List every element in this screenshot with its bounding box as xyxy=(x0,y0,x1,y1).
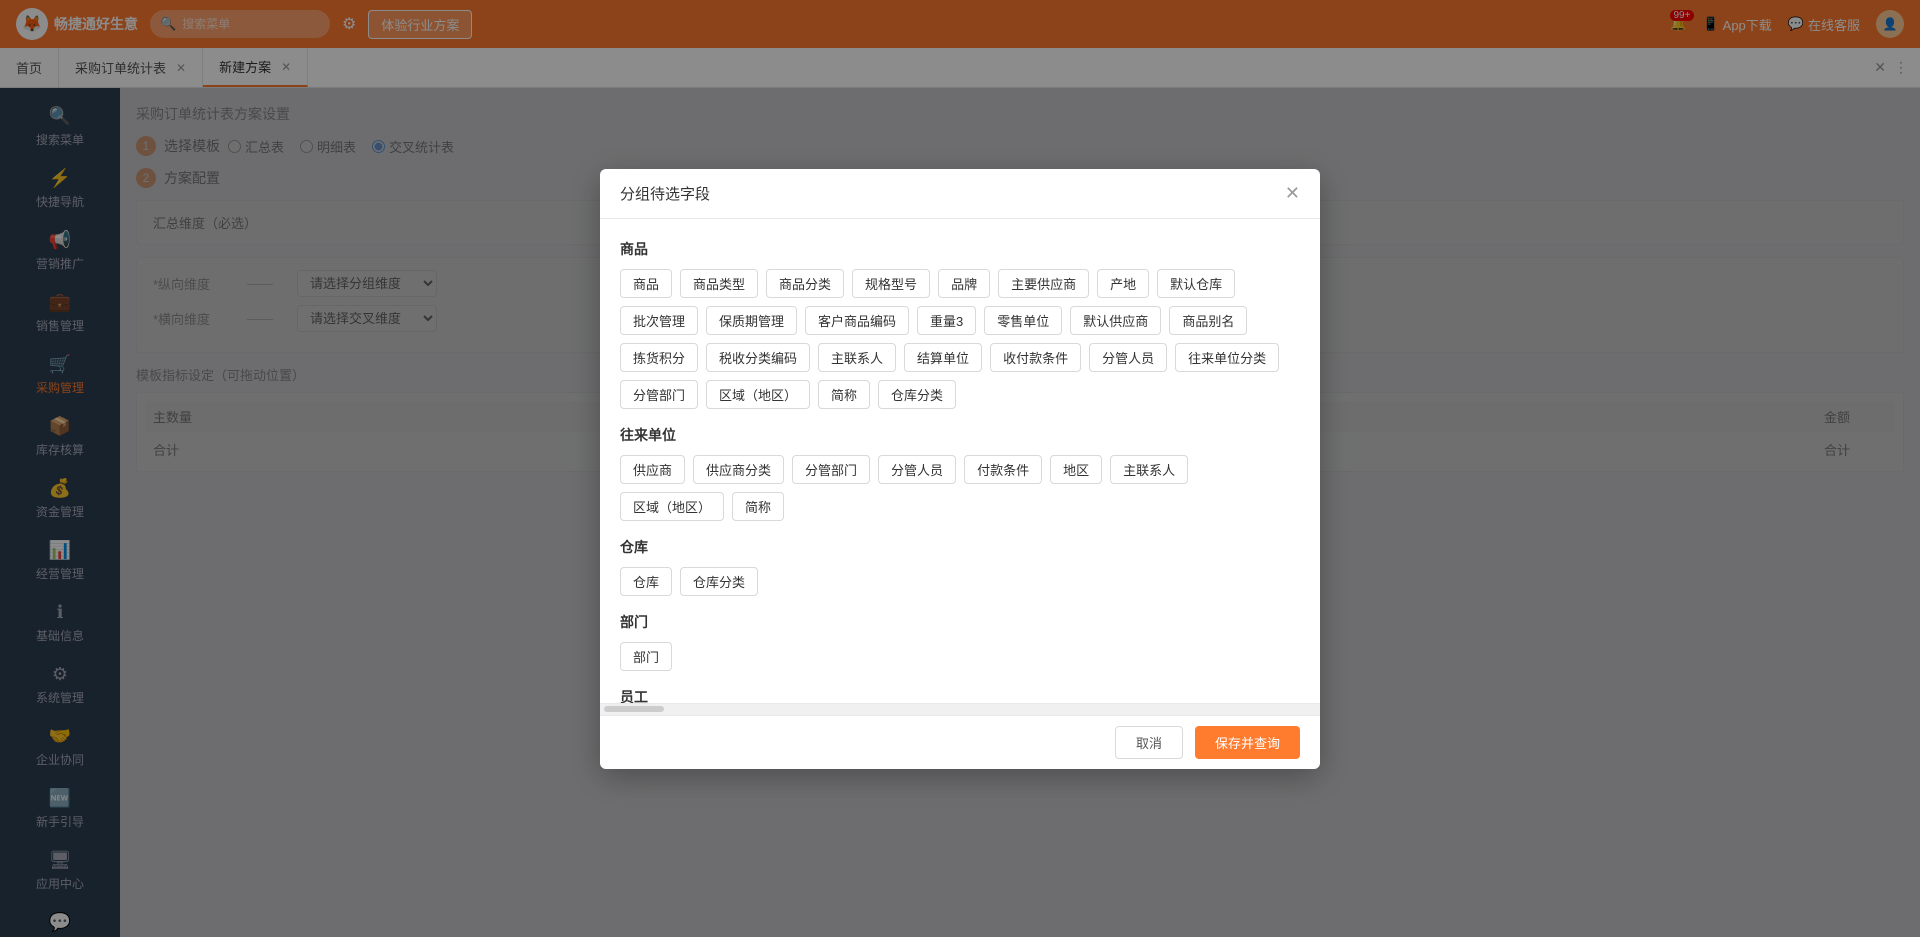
dialog-hscrollbar[interactable] xyxy=(600,703,1320,715)
section-employee-title: 员工 xyxy=(620,687,1300,703)
field-charge-dept-counter[interactable]: 分管部门 xyxy=(792,455,870,484)
field-warehouse[interactable]: 仓库 xyxy=(620,567,672,596)
field-main-supplier[interactable]: 主要供应商 xyxy=(998,269,1089,298)
field-region-product[interactable]: 区域（地区） xyxy=(706,380,810,409)
dialog-title: 分组待选字段 xyxy=(620,183,710,204)
dialog-header: 分组待选字段 ✕ xyxy=(600,169,1320,219)
section-warehouse-fields: 仓库 仓库分类 xyxy=(620,567,1300,596)
field-area-counter[interactable]: 区域（地区） xyxy=(620,492,724,521)
field-supplier-category[interactable]: 供应商分类 xyxy=(693,455,784,484)
section-counterpart-fields: 供应商 供应商分类 分管部门 分管人员 付款条件 地区 主联系人 区域（地区） … xyxy=(620,455,1300,521)
dialog-overlay: 分组待选字段 ✕ 商品 商品 商品类型 商品分类 规格型号 品牌 主要供应商 产… xyxy=(0,0,1920,937)
field-product-category[interactable]: 商品分类 xyxy=(766,269,844,298)
field-origin[interactable]: 产地 xyxy=(1097,269,1149,298)
field-warehouse-category-product[interactable]: 仓库分类 xyxy=(878,380,956,409)
field-dept[interactable]: 部门 xyxy=(620,642,672,671)
field-main-contact[interactable]: 主联系人 xyxy=(818,343,896,372)
dialog-body[interactable]: 商品 商品 商品类型 商品分类 规格型号 品牌 主要供应商 产地 默认仓库 批次… xyxy=(600,219,1320,703)
field-payment-terms-counter[interactable]: 付款条件 xyxy=(964,455,1042,484)
field-batch-mgmt[interactable]: 批次管理 xyxy=(620,306,698,335)
field-main-contact-counter[interactable]: 主联系人 xyxy=(1110,455,1188,484)
field-weight3[interactable]: 重量3 xyxy=(917,306,976,335)
field-counterpart-category[interactable]: 往来单位分类 xyxy=(1175,343,1279,372)
field-charge-dept[interactable]: 分管部门 xyxy=(620,380,698,409)
field-abbreviation-product[interactable]: 简称 xyxy=(818,380,870,409)
section-warehouse-title: 仓库 xyxy=(620,537,1300,557)
dialog-footer: 取消 保存并查询 xyxy=(600,715,1320,769)
section-dept-fields: 部门 xyxy=(620,642,1300,671)
confirm-button[interactable]: 保存并查询 xyxy=(1195,726,1300,759)
field-expiry-mgmt[interactable]: 保质期管理 xyxy=(706,306,797,335)
field-default-supplier[interactable]: 默认供应商 xyxy=(1070,306,1161,335)
field-spec-model[interactable]: 规格型号 xyxy=(852,269,930,298)
hscroll-thumb[interactable] xyxy=(604,706,664,712)
field-product-alias[interactable]: 商品别名 xyxy=(1169,306,1247,335)
section-counterpart-title: 往来单位 xyxy=(620,425,1300,445)
field-abbrev-counter[interactable]: 简称 xyxy=(732,492,784,521)
field-customer-code[interactable]: 客户商品编码 xyxy=(805,306,909,335)
field-region-counter[interactable]: 地区 xyxy=(1050,455,1102,484)
section-product-fields: 商品 商品类型 商品分类 规格型号 品牌 主要供应商 产地 默认仓库 批次管理 … xyxy=(620,269,1300,409)
field-pick-points[interactable]: 拣货积分 xyxy=(620,343,698,372)
field-warehouse-category[interactable]: 仓库分类 xyxy=(680,567,758,596)
section-product-title: 商品 xyxy=(620,239,1300,259)
section-dept-title: 部门 xyxy=(620,612,1300,632)
field-supplier[interactable]: 供应商 xyxy=(620,455,685,484)
field-product-type[interactable]: 商品类型 xyxy=(680,269,758,298)
field-payment-terms[interactable]: 收付款条件 xyxy=(990,343,1081,372)
field-charge-person-counter[interactable]: 分管人员 xyxy=(878,455,956,484)
field-product[interactable]: 商品 xyxy=(620,269,672,298)
field-tax-code[interactable]: 税收分类编码 xyxy=(706,343,810,372)
field-brand[interactable]: 品牌 xyxy=(938,269,990,298)
field-select-dialog: 分组待选字段 ✕ 商品 商品 商品类型 商品分类 规格型号 品牌 主要供应商 产… xyxy=(600,169,1320,769)
field-default-warehouse[interactable]: 默认仓库 xyxy=(1157,269,1235,298)
dialog-close-button[interactable]: ✕ xyxy=(1285,184,1300,202)
field-charge-person[interactable]: 分管人员 xyxy=(1089,343,1167,372)
field-retail-unit[interactable]: 零售单位 xyxy=(984,306,1062,335)
field-settlement-unit[interactable]: 结算单位 xyxy=(904,343,982,372)
cancel-button[interactable]: 取消 xyxy=(1115,726,1183,759)
